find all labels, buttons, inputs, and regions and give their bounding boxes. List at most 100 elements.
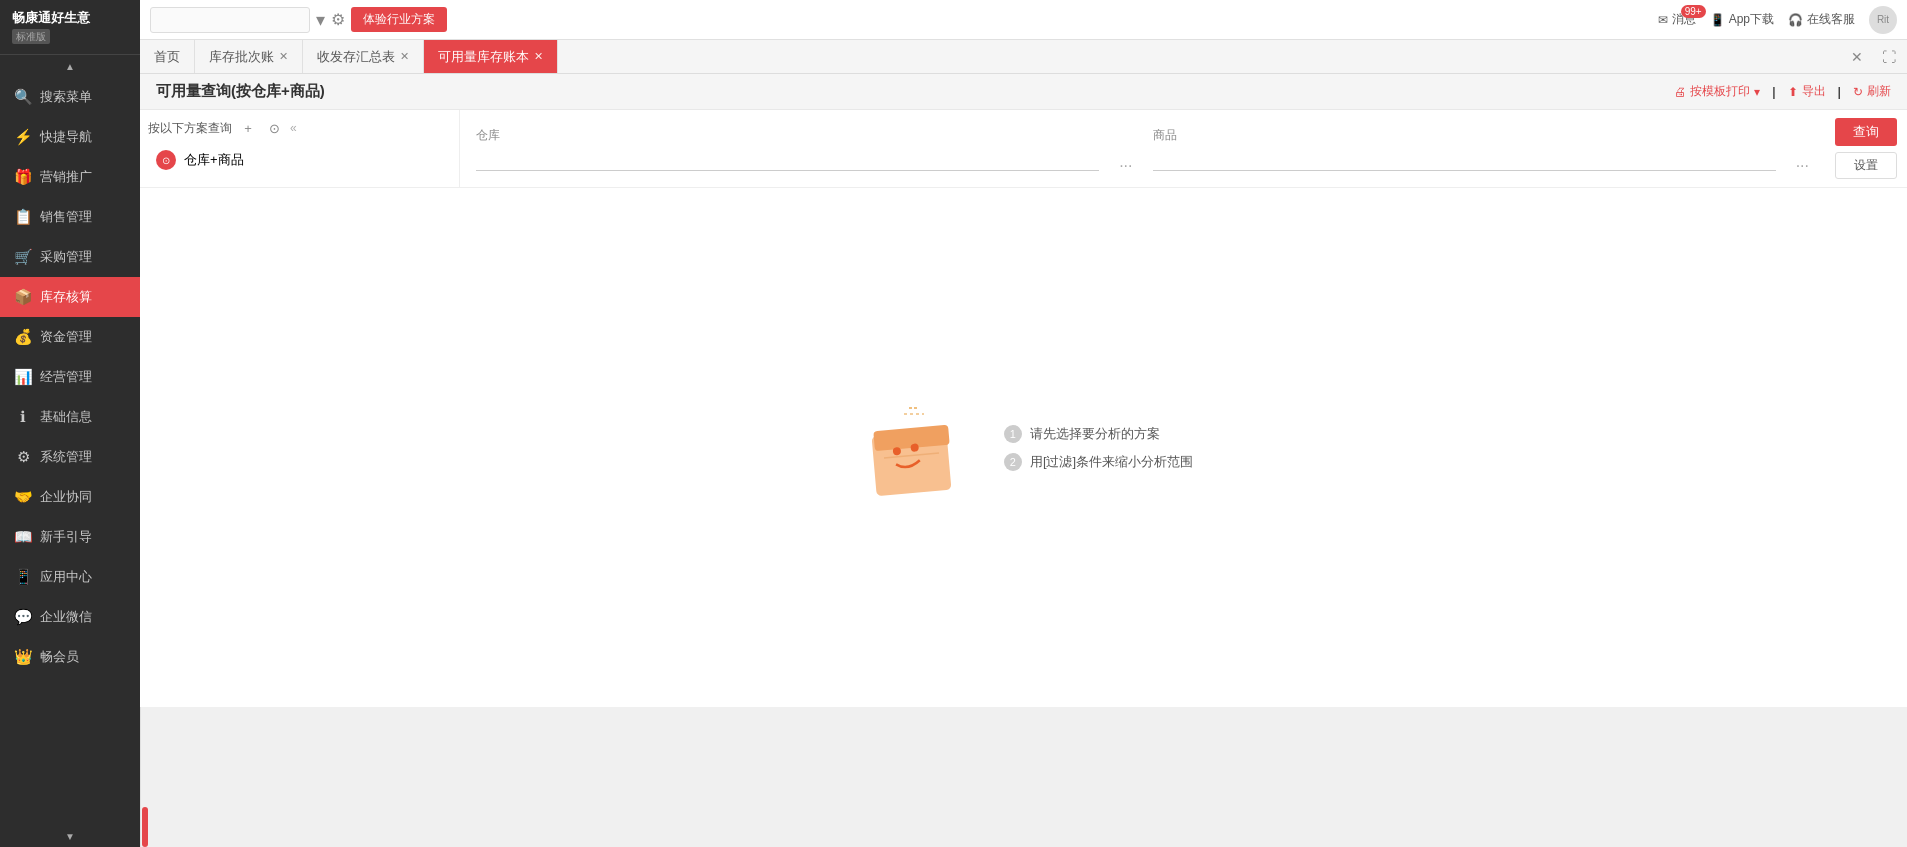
- field-settings-button[interactable]: 设置: [1835, 152, 1897, 179]
- purchase-icon: 🛒: [14, 248, 32, 266]
- app-download-icon: 📱: [1710, 13, 1725, 27]
- message-button[interactable]: ✉ 消息 99+: [1658, 11, 1696, 28]
- sidebar-item-label: 资金管理: [40, 328, 92, 346]
- sidebar-item-label: 搜索菜单: [40, 88, 92, 106]
- sidebar-item-management[interactable]: 📊 经营管理: [0, 357, 140, 397]
- sidebar: 畅康通好生意 标准版 ▲ 🔍 搜索菜单 ⚡ 快捷导航 🎁 营销推广 📋 销售管理…: [0, 0, 140, 847]
- sidebar-scroll-up[interactable]: ▲: [0, 55, 140, 77]
- app-download-button[interactable]: 📱 App下载: [1710, 11, 1774, 28]
- empty-svg: [854, 398, 974, 508]
- query-button[interactable]: 查询: [1835, 118, 1897, 146]
- refresh-label: 刷新: [1867, 83, 1891, 100]
- refresh-action[interactable]: ↻ 刷新: [1853, 83, 1891, 100]
- export-action[interactable]: ⬆ 导出: [1788, 83, 1826, 100]
- sidebar-item-newbie[interactable]: 📖 新手引导: [0, 517, 140, 557]
- member-icon: 👑: [14, 648, 32, 666]
- query-scheme-panel: 按以下方案查询 + ⊙ « ⊙ 仓库+商品: [140, 110, 460, 187]
- appstore-icon: 📱: [14, 568, 32, 586]
- export-label: 导出: [1802, 83, 1826, 100]
- sidebar-item-finance[interactable]: 💰 资金管理: [0, 317, 140, 357]
- scheme-settings-button[interactable]: ⊙: [264, 118, 284, 138]
- sidebar-scroll-down[interactable]: ▼: [0, 825, 140, 847]
- newbie-icon: 📖: [14, 528, 32, 546]
- sidebar-item-collab[interactable]: 🤝 企业协同: [0, 477, 140, 517]
- tab-inventory-batch-label: 库存批次账: [209, 48, 274, 66]
- page-content: 可用量查询(按仓库+商品) 🖨 按模板打印 ▾ | ⬆ 导出 | ↻ 刷新: [140, 74, 1907, 707]
- goods-field-group: 商品: [1153, 127, 1776, 171]
- sidebar-item-member[interactable]: 👑 畅会员: [0, 637, 140, 677]
- user-avatar[interactable]: Rit: [1869, 6, 1897, 34]
- global-search-input[interactable]: [150, 7, 310, 33]
- page-actions: 🖨 按模板打印 ▾ | ⬆ 导出 | ↻ 刷新: [1674, 83, 1891, 100]
- warehouse-label: 仓库: [476, 127, 1099, 144]
- sidebar-item-label: 库存核算: [40, 288, 92, 306]
- wechat-icon: 💬: [14, 608, 32, 626]
- sidebar-item-purchase[interactable]: 🛒 采购管理: [0, 237, 140, 277]
- print-action[interactable]: 🖨 按模板打印 ▾: [1674, 83, 1760, 100]
- tab-inventory-batch-close[interactable]: ✕: [279, 50, 288, 63]
- sidebar-item-appstore[interactable]: 📱 应用中心: [0, 557, 140, 597]
- print-dropdown-icon[interactable]: ▾: [1754, 85, 1760, 99]
- separator-1: |: [1772, 84, 1775, 99]
- separator-2: |: [1838, 84, 1841, 99]
- goods-label: 商品: [1153, 127, 1776, 144]
- warehouse-field-group: 仓库: [476, 127, 1099, 171]
- empty-state: 1 请先选择要分析的方案 2 用[过滤]条件来缩小分析范围: [140, 188, 1907, 707]
- main-area: ▾ ⚙ 体验行业方案 ✉ 消息 99+ 📱 App下载 🎧 在线客服 Rit: [140, 0, 1907, 847]
- inventory-icon: 📦: [14, 288, 32, 306]
- page-title: 可用量查询(按仓库+商品): [156, 82, 325, 101]
- sidebar-logo: 畅康通好生意 标准版: [0, 0, 140, 55]
- tab-stocksummary-label: 收发存汇总表: [317, 48, 395, 66]
- sidebar-item-label: 采购管理: [40, 248, 92, 266]
- online-service-button[interactable]: 🎧 在线客服: [1788, 11, 1855, 28]
- goods-input[interactable]: [1153, 148, 1776, 171]
- top-bar-left: ▾ ⚙ 体验行业方案: [150, 7, 1650, 33]
- message-icon: ✉: [1658, 13, 1668, 27]
- scheme-item-label: 仓库+商品: [184, 151, 244, 169]
- management-icon: 📊: [14, 368, 32, 386]
- scrollbar-handle[interactable]: [142, 807, 148, 847]
- sidebar-item-marketing[interactable]: 🎁 营销推广: [0, 157, 140, 197]
- goods-dots[interactable]: ···: [1796, 157, 1809, 179]
- sidebar-scroll: 🔍 搜索菜单 ⚡ 快捷导航 🎁 营销推广 📋 销售管理 🛒 采购管理 📦 库存核…: [0, 77, 140, 825]
- trial-button[interactable]: 体验行业方案: [351, 7, 447, 32]
- tab-inventory-batch[interactable]: 库存批次账 ✕: [195, 40, 303, 74]
- tab-available-stock[interactable]: 可用量库存账本 ✕: [424, 40, 558, 74]
- online-service-label: 在线客服: [1807, 11, 1855, 28]
- warehouse-input[interactable]: [476, 148, 1099, 171]
- sidebar-item-wechat[interactable]: 💬 企业微信: [0, 597, 140, 637]
- add-scheme-button[interactable]: +: [238, 118, 258, 138]
- tip-num-1: 1: [1004, 425, 1022, 443]
- sidebar-item-basic[interactable]: ℹ 基础信息: [0, 397, 140, 437]
- scheme-item-warehouse-goods[interactable]: ⊙ 仓库+商品: [148, 144, 451, 176]
- dropdown-icon[interactable]: ▾: [316, 9, 325, 31]
- finance-icon: 💰: [14, 328, 32, 346]
- query-area: 按以下方案查询 + ⊙ « ⊙ 仓库+商品: [140, 110, 1907, 188]
- tab-stocksummary-close[interactable]: ✕: [400, 50, 409, 63]
- tab-home-label: 首页: [154, 48, 180, 66]
- marketing-icon: 🎁: [14, 168, 32, 186]
- tab-expand-btn[interactable]: ⛶: [1875, 43, 1903, 71]
- sidebar-item-quicknav[interactable]: ⚡ 快捷导航: [0, 117, 140, 157]
- print-label: 按模板打印: [1690, 83, 1750, 100]
- tab-home[interactable]: 首页: [140, 40, 195, 74]
- sidebar-item-label: 基础信息: [40, 408, 92, 426]
- tip-text-1: 请先选择要分析的方案: [1030, 425, 1160, 443]
- tip-text-2: 用[过滤]条件来缩小分析范围: [1030, 453, 1193, 471]
- tab-available-stock-close[interactable]: ✕: [534, 50, 543, 63]
- query-fields: 仓库 ··· 商品 ···: [460, 110, 1825, 187]
- sidebar-item-label: 应用中心: [40, 568, 92, 586]
- sidebar-item-inventory[interactable]: 📦 库存核算: [0, 277, 140, 317]
- warehouse-dots[interactable]: ···: [1119, 157, 1132, 179]
- scheme-settings-icon: ⊙: [269, 121, 280, 136]
- tab-stocksummary[interactable]: 收发存汇总表 ✕: [303, 40, 424, 74]
- collapse-button[interactable]: «: [290, 121, 297, 135]
- sidebar-item-sales[interactable]: 📋 销售管理: [0, 197, 140, 237]
- sidebar-item-system[interactable]: ⚙ 系统管理: [0, 437, 140, 477]
- gear-icon[interactable]: ⚙: [331, 10, 345, 29]
- sidebar-item-search[interactable]: 🔍 搜索菜单: [0, 77, 140, 117]
- refresh-icon: ↻: [1853, 85, 1863, 99]
- sidebar-item-label: 营销推广: [40, 168, 92, 186]
- tab-close-btn[interactable]: ✕: [1843, 43, 1871, 71]
- service-icon: 🎧: [1788, 13, 1803, 27]
